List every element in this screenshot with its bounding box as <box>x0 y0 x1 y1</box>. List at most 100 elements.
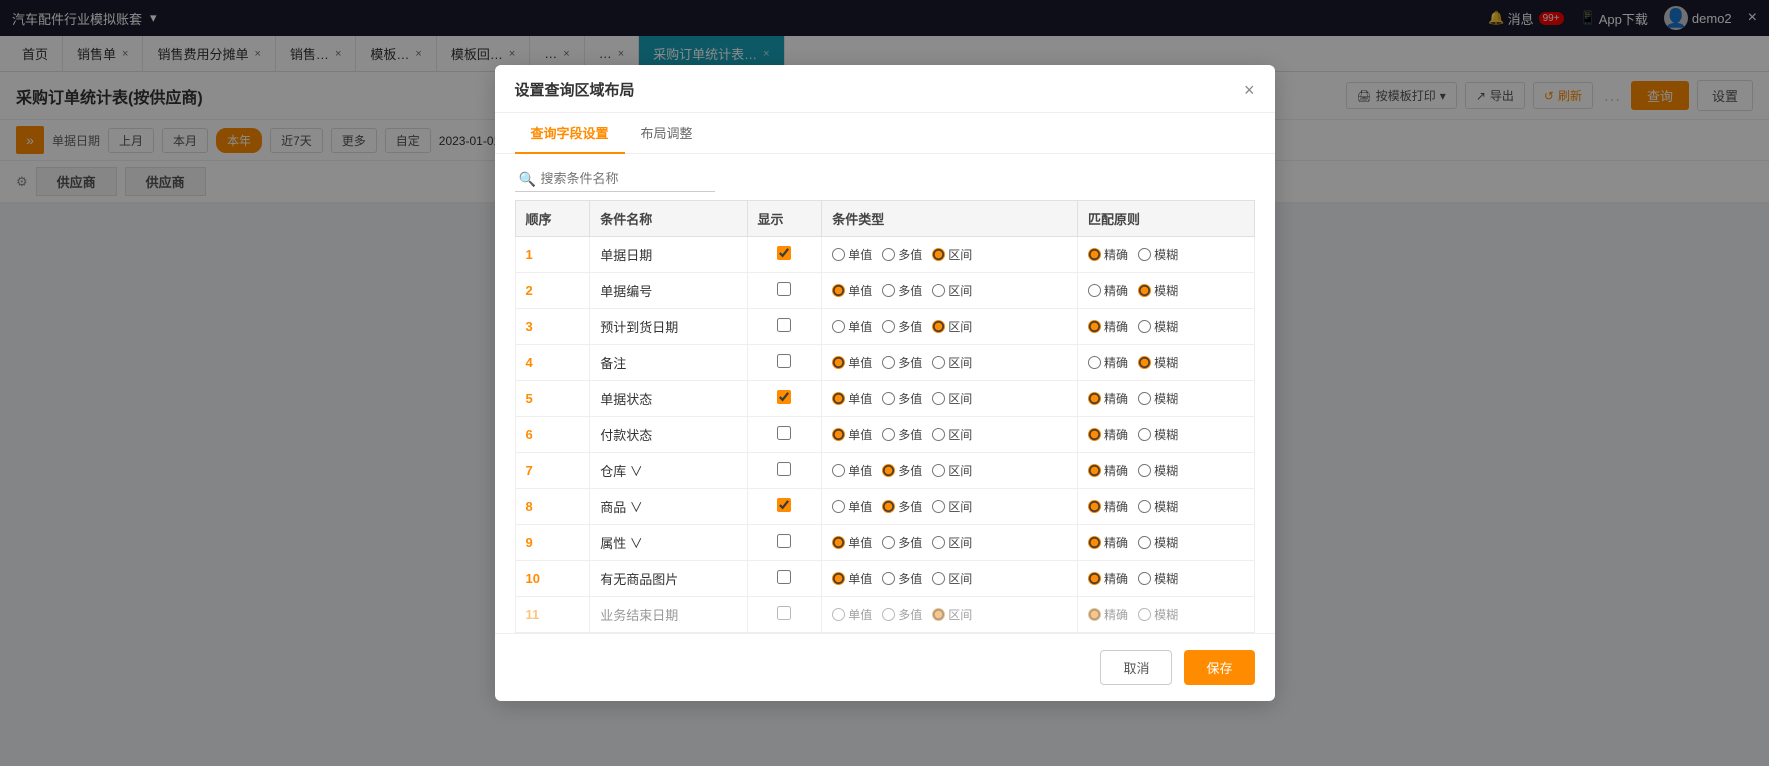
radio-type-input[interactable] <box>932 248 945 261</box>
radio-match-label[interactable]: 精确 <box>1088 498 1128 515</box>
row-display-checkbox[interactable] <box>777 426 791 440</box>
radio-type-label[interactable]: 区间 <box>932 426 972 443</box>
radio-type-label[interactable]: 区间 <box>932 282 972 299</box>
radio-type-input[interactable] <box>832 392 845 405</box>
radio-type-label[interactable]: 区间 <box>932 354 972 371</box>
radio-match-input[interactable] <box>1138 284 1151 297</box>
radio-match-input[interactable] <box>1088 248 1101 261</box>
radio-type-input[interactable] <box>832 356 845 369</box>
radio-type-input[interactable] <box>932 356 945 369</box>
radio-match-input[interactable] <box>1138 392 1151 405</box>
radio-match-label[interactable]: 精确 <box>1088 390 1128 407</box>
radio-type-label[interactable]: 多值 <box>882 570 922 587</box>
radio-type-label[interactable]: 单值 <box>832 462 872 479</box>
radio-match-input[interactable] <box>1088 284 1101 297</box>
radio-match-input[interactable] <box>1088 572 1101 585</box>
radio-type-label[interactable]: 区间 <box>932 498 972 515</box>
row-display-checkbox[interactable] <box>777 390 791 404</box>
radio-type-input[interactable] <box>882 356 895 369</box>
radio-match-label[interactable]: 模糊 <box>1138 426 1178 443</box>
radio-type-input[interactable] <box>882 536 895 549</box>
radio-match-input[interactable] <box>1088 392 1101 405</box>
radio-type-label[interactable]: 单值 <box>832 282 872 299</box>
radio-type-input[interactable] <box>832 536 845 549</box>
radio-match-input[interactable] <box>1138 464 1151 477</box>
radio-type-input[interactable] <box>932 428 945 441</box>
radio-type-input[interactable] <box>882 608 895 621</box>
radio-type-label[interactable]: 多值 <box>882 282 922 299</box>
radio-type-input[interactable] <box>932 464 945 477</box>
radio-match-input[interactable] <box>1138 536 1151 549</box>
radio-type-input[interactable] <box>932 500 945 513</box>
radio-match-label[interactable]: 精确 <box>1088 318 1128 335</box>
radio-type-input[interactable] <box>882 428 895 441</box>
radio-match-input[interactable] <box>1138 500 1151 513</box>
radio-type-input[interactable] <box>882 500 895 513</box>
radio-type-label[interactable]: 多值 <box>882 534 922 551</box>
radio-match-label[interactable]: 模糊 <box>1138 246 1178 263</box>
radio-type-label[interactable]: 多值 <box>882 354 922 371</box>
radio-type-input[interactable] <box>932 392 945 405</box>
radio-type-input[interactable] <box>832 608 845 621</box>
radio-type-input[interactable] <box>882 392 895 405</box>
radio-type-label[interactable]: 单值 <box>832 426 872 443</box>
radio-type-label[interactable]: 区间 <box>932 246 972 263</box>
radio-match-label[interactable]: 模糊 <box>1138 606 1178 623</box>
row-display-checkbox[interactable] <box>777 606 791 620</box>
radio-match-input[interactable] <box>1088 428 1101 441</box>
radio-match-label[interactable]: 模糊 <box>1138 534 1178 551</box>
radio-type-label[interactable]: 多值 <box>882 318 922 335</box>
radio-type-label[interactable]: 单值 <box>832 390 872 407</box>
radio-type-label[interactable]: 单值 <box>832 534 872 551</box>
radio-match-input[interactable] <box>1088 536 1101 549</box>
radio-match-label[interactable]: 精确 <box>1088 246 1128 263</box>
radio-type-label[interactable]: 单值 <box>832 570 872 587</box>
radio-type-label[interactable]: 单值 <box>832 246 872 263</box>
radio-match-input[interactable] <box>1138 320 1151 333</box>
radio-match-input[interactable] <box>1138 428 1151 441</box>
search-input[interactable] <box>515 166 715 192</box>
radio-match-input[interactable] <box>1138 572 1151 585</box>
radio-match-input[interactable] <box>1088 320 1101 333</box>
radio-match-label[interactable]: 精确 <box>1088 606 1128 623</box>
radio-type-label[interactable]: 区间 <box>932 462 972 479</box>
radio-type-label[interactable]: 多值 <box>882 246 922 263</box>
radio-type-input[interactable] <box>932 284 945 297</box>
row-display-checkbox[interactable] <box>777 498 791 512</box>
modal-close-btn[interactable]: × <box>1244 81 1255 99</box>
radio-match-label[interactable]: 模糊 <box>1138 318 1178 335</box>
radio-type-label[interactable]: 区间 <box>932 570 972 587</box>
radio-match-label[interactable]: 模糊 <box>1138 498 1178 515</box>
radio-type-input[interactable] <box>932 608 945 621</box>
save-button[interactable]: 保存 <box>1184 650 1254 685</box>
radio-match-label[interactable]: 模糊 <box>1138 462 1178 479</box>
radio-match-label[interactable]: 模糊 <box>1138 354 1178 371</box>
row-display-checkbox[interactable] <box>777 318 791 332</box>
radio-match-label[interactable]: 精确 <box>1088 534 1128 551</box>
radio-match-input[interactable] <box>1088 500 1101 513</box>
cancel-button[interactable]: 取消 <box>1100 650 1172 685</box>
radio-type-label[interactable]: 多值 <box>882 606 922 623</box>
radio-match-label[interactable]: 精确 <box>1088 282 1128 299</box>
radio-type-input[interactable] <box>932 536 945 549</box>
radio-type-input[interactable] <box>932 320 945 333</box>
radio-type-label[interactable]: 区间 <box>932 534 972 551</box>
radio-match-label[interactable]: 精确 <box>1088 426 1128 443</box>
radio-type-label[interactable]: 多值 <box>882 426 922 443</box>
radio-type-label[interactable]: 区间 <box>932 606 972 623</box>
radio-type-label[interactable]: 区间 <box>932 318 972 335</box>
radio-match-label[interactable]: 模糊 <box>1138 282 1178 299</box>
row-display-checkbox[interactable] <box>777 354 791 368</box>
row-display-checkbox[interactable] <box>777 282 791 296</box>
radio-type-input[interactable] <box>882 464 895 477</box>
radio-type-input[interactable] <box>832 428 845 441</box>
radio-type-label[interactable]: 区间 <box>932 390 972 407</box>
radio-match-label[interactable]: 精确 <box>1088 570 1128 587</box>
radio-type-input[interactable] <box>932 572 945 585</box>
radio-type-input[interactable] <box>832 500 845 513</box>
radio-type-label[interactable]: 多值 <box>882 498 922 515</box>
tab-layout-adjust[interactable]: 布局调整 <box>625 113 709 154</box>
radio-match-input[interactable] <box>1138 356 1151 369</box>
radio-type-input[interactable] <box>882 248 895 261</box>
radio-match-label[interactable]: 模糊 <box>1138 390 1178 407</box>
